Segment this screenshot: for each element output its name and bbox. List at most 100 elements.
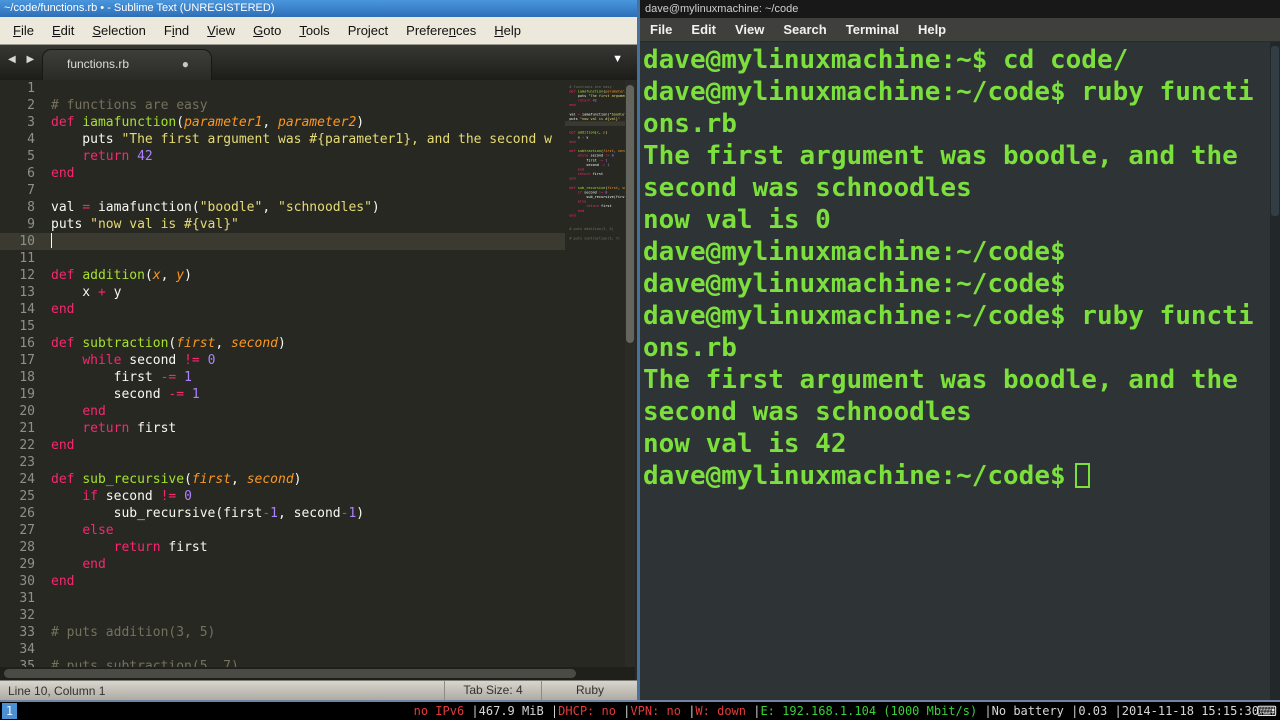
stat-item: DHCP: no [558,704,616,718]
tab-modified-dot-icon: ● [181,57,189,71]
code-line[interactable]: 34 [0,641,625,658]
stat-item: 0.03 [1078,704,1108,718]
menu-tools[interactable]: Tools [290,20,338,41]
code-line[interactable]: 26 sub_recursive(first-1, second-1) [0,505,625,522]
line-number: 1 [27,81,35,96]
menu-edit[interactable]: Edit [43,20,83,41]
menu-project[interactable]: Project [339,20,397,41]
stat-item: 467.9 MiB [478,704,544,718]
terminal-menu-terminal[interactable]: Terminal [846,22,899,37]
workspace-indicator[interactable]: 1 [2,703,17,719]
code-line[interactable]: 18 first -= 1 [0,369,625,386]
line-number: 35 [19,659,35,667]
code-line[interactable]: 16 def subtraction(first, second) [0,335,625,352]
code-line[interactable]: 4 puts "The first argument was #{paramet… [0,131,625,148]
code-line[interactable]: 27 else [0,522,625,539]
code-line[interactable]: 12 def addition(x, y) [0,267,625,284]
menu-selection[interactable]: Selection [83,20,154,41]
code-line[interactable]: 5 return 42 [0,148,625,165]
code-line[interactable]: 10 [0,233,625,250]
code-line[interactable]: 21 return first [0,420,625,437]
code-line[interactable]: 15 [0,318,625,335]
code-line[interactable]: 9 puts "now val is #{val}" [0,216,625,233]
code-line[interactable]: 13 x + y [0,284,625,301]
sublime-window: ~/code/functions.rb • - Sublime Text (UN… [0,0,638,700]
menu-file[interactable]: File [4,20,43,41]
line-number: 28 [19,540,35,555]
menu-find[interactable]: Find [155,20,198,41]
code-line[interactable]: 20 end [0,403,625,420]
tab-label: functions.rb [67,57,130,71]
code-line[interactable]: 23 [0,454,625,471]
code-line[interactable]: 30 end [0,573,625,590]
code-line[interactable]: 32 [0,607,625,624]
sublime-titlebar[interactable]: ~/code/functions.rb • - Sublime Text (UN… [0,0,638,17]
code-line[interactable]: 7 [0,182,625,199]
line-number: 30 [19,574,35,589]
code-line[interactable]: 29 end [0,556,625,573]
terminal-titlebar[interactable]: dave@mylinuxmachine: ~/code [640,0,1280,18]
terminal-line: dave@mylinuxmachine:~/code$ [643,237,1066,267]
terminal-scrollbar[interactable] [1270,42,1280,700]
code-line[interactable]: 3 def iamafunction(parameter1, parameter2… [0,114,625,131]
code-line[interactable]: 31 [0,590,625,607]
terminal-menu-file[interactable]: File [650,22,672,37]
editor-horizontal-scrollbar[interactable] [0,667,635,680]
line-number: 6 [27,166,35,181]
menu-help[interactable]: Help [485,20,530,41]
code-line[interactable]: 35 # puts subtraction(5, 7) [0,658,625,667]
line-number: 13 [19,285,35,300]
terminal-screen[interactable]: dave@mylinuxmachine:~$ cd code/dave@myli… [643,44,1268,700]
line-number: 12 [19,268,35,283]
editor-vertical-scrollbar-thumb[interactable] [626,85,634,343]
sublime-statusbar: Line 10, Column 1 Tab Size: 4 Ruby [0,680,638,700]
line-number: 26 [19,506,35,521]
syntax-selector[interactable]: Ruby [541,681,638,700]
code-line[interactable]: 6 end [0,165,625,182]
editor-vertical-scrollbar[interactable] [625,80,635,667]
line-number: 34 [19,642,35,657]
line-number: 24 [19,472,35,487]
code-line[interactable]: 2 # functions are easy [0,97,625,114]
code-line[interactable]: 28 return first [0,539,625,556]
stat-item: no IPv6 [413,704,465,718]
line-number: 18 [19,370,35,385]
terminal-line: dave@mylinuxmachine:~/code$ [643,460,1268,492]
line-number: 22 [19,438,35,453]
code-line[interactable]: 11 [0,250,625,267]
code-line[interactable]: 1 [0,80,625,97]
code-line[interactable]: 17 while second != 0 [0,352,625,369]
terminal-line: now val is 42 [643,429,847,459]
terminal-menu-help[interactable]: Help [918,22,946,37]
code-line[interactable]: 19 second -= 1 [0,386,625,403]
editor-horizontal-scrollbar-thumb[interactable] [4,669,576,678]
terminal-menu-view[interactable]: View [735,22,764,37]
line-number: 10 [19,234,35,249]
sublime-title: ~/code/functions.rb • - Sublime Text (UN… [4,2,275,14]
minimap-line: puts "now val is #{val}" [569,116,621,122]
line-number: 7 [27,183,35,198]
terminal-scrollbar-thumb[interactable] [1271,46,1279,216]
code-editor[interactable]: 1 2 # functions are easy 3 def iamafunction(… [0,80,625,667]
line-number: 14 [19,302,35,317]
line-number: 8 [27,200,35,215]
terminal-menu-edit[interactable]: Edit [691,22,716,37]
code-line[interactable]: 8 val = iamafunction("boodle", "schnoodle… [0,199,625,216]
menu-goto[interactable]: Goto [244,20,290,41]
code-line[interactable]: 25 if second != 0 [0,488,625,505]
tab-overflow-icon[interactable]: ▼ [612,53,623,65]
tab-functions-rb[interactable]: functions.rb ● [42,49,212,80]
line-number: 3 [27,115,35,130]
tab-scroll-arrows-icon[interactable]: ◀ ▶ [8,54,38,65]
terminal-line: second was schnoodles [643,397,972,427]
code-line[interactable]: 24 def sub_recursive(first, second) [0,471,625,488]
code-line[interactable]: 22 end [0,437,625,454]
tab-size-selector[interactable]: Tab Size: 4 [444,681,541,700]
code-line[interactable]: 33 # puts addition(3, 5) [0,624,625,641]
stat-item: 2014-11-18 15:15:30 [1121,704,1259,718]
menu-preferences[interactable]: Preferences [397,20,485,41]
menu-view[interactable]: View [198,20,244,41]
minimap[interactable]: # functions are easy def iamafunction(par… [565,80,627,667]
code-line[interactable]: 14 end [0,301,625,318]
terminal-menu-search[interactable]: Search [783,22,826,37]
